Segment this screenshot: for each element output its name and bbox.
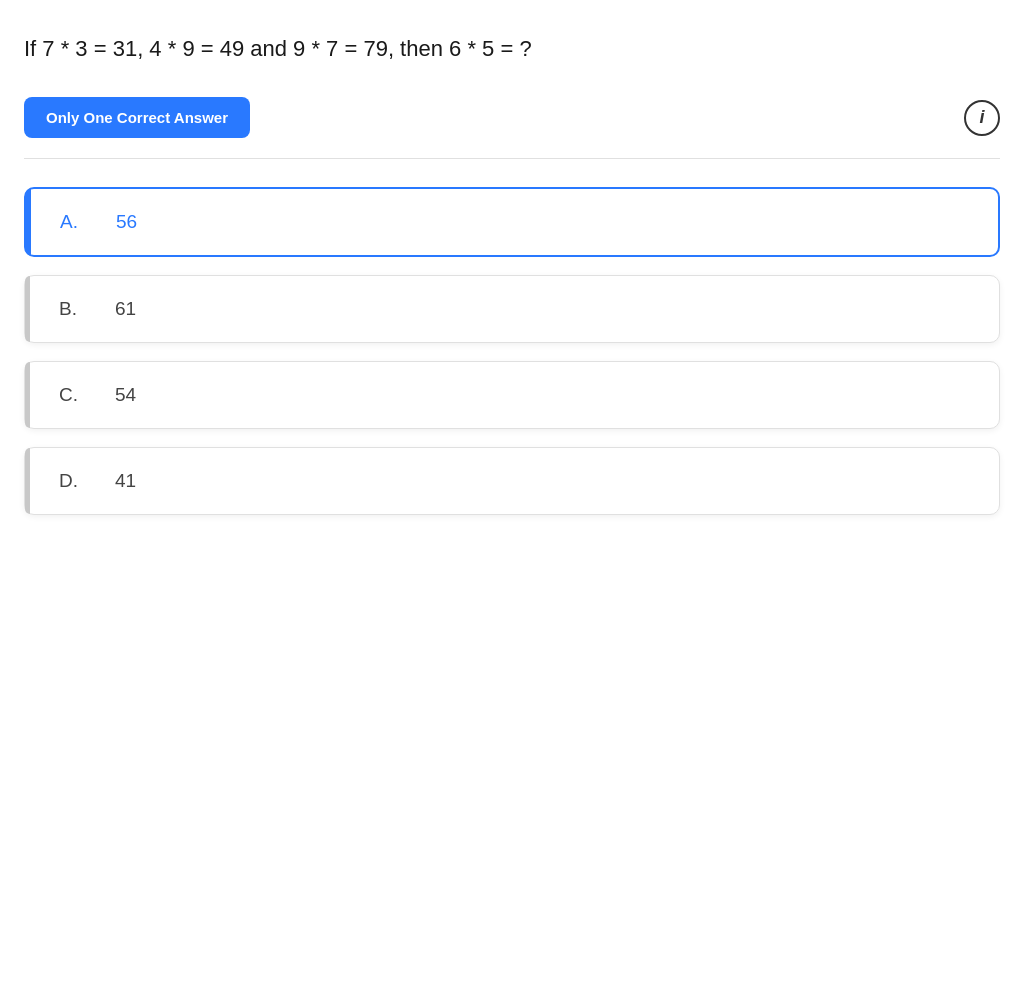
- option-side-bar-b: [25, 276, 30, 342]
- option-label-d: D.: [59, 470, 99, 492]
- options-list: A. 56 B. 61 C. 54 D. 41: [24, 187, 1000, 515]
- divider: [24, 158, 1000, 159]
- option-card-a[interactable]: A. 56: [24, 187, 1000, 257]
- option-value-c: 54: [115, 384, 136, 406]
- option-side-bar-a: [26, 189, 31, 255]
- only-one-correct-answer-badge: Only One Correct Answer: [24, 97, 250, 138]
- question-text: If 7 * 3 = 31, 4 * 9 = 49 and 9 * 7 = 79…: [24, 32, 1000, 65]
- option-value-d: 41: [115, 470, 136, 492]
- option-label-c: C.: [59, 384, 99, 406]
- option-label-b: B.: [59, 298, 99, 320]
- info-icon[interactable]: i: [964, 100, 1000, 136]
- tag-row: Only One Correct Answer i: [24, 97, 1000, 138]
- option-value-b: 61: [115, 298, 136, 320]
- option-side-bar-c: [25, 362, 30, 428]
- option-value-a: 56: [116, 211, 137, 233]
- option-card-c[interactable]: C. 54: [24, 361, 1000, 429]
- option-card-d[interactable]: D. 41: [24, 447, 1000, 515]
- option-side-bar-d: [25, 448, 30, 514]
- option-label-a: A.: [60, 211, 100, 233]
- option-card-b[interactable]: B. 61: [24, 275, 1000, 343]
